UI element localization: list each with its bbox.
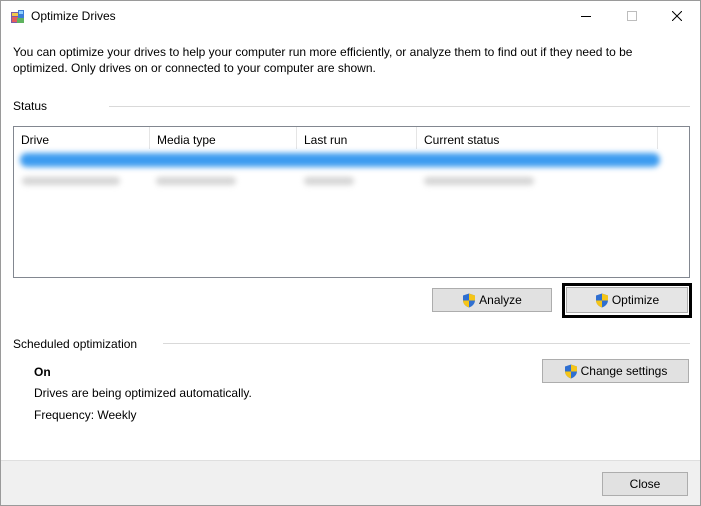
scheduled-optimization-label: Scheduled optimization [13, 337, 138, 351]
status-label: Status [13, 99, 48, 113]
drive-row-selected[interactable] [20, 153, 660, 167]
drive-row-last-run [304, 177, 354, 185]
optimize-label: Optimize [611, 293, 660, 307]
schedule-frequency: Frequency: Weekly [34, 408, 137, 422]
close-icon [672, 11, 682, 21]
uac-shield-icon [595, 293, 608, 307]
column-header-last-run[interactable]: Last run [297, 127, 417, 149]
column-header-drive[interactable]: Drive [14, 127, 150, 149]
minimize-button[interactable] [563, 1, 609, 31]
column-header-media-type[interactable]: Media type [150, 127, 297, 149]
dialog-footer [1, 460, 700, 505]
column-header-current-status[interactable]: Current status [417, 127, 658, 149]
uac-shield-icon [564, 364, 577, 378]
schedule-state: On [34, 365, 51, 379]
optimize-button[interactable]: Optimize [566, 287, 688, 313]
title-bar[interactable]: Optimize Drives [1, 1, 700, 31]
uac-shield-icon [463, 293, 476, 307]
defrag-icon [10, 9, 25, 24]
analyze-button[interactable]: Analyze [432, 288, 552, 312]
intro-text: You can optimize your drives to help you… [13, 45, 633, 75]
minimize-icon [581, 16, 591, 17]
change-settings-label: Change settings [580, 364, 668, 378]
drive-list[interactable]: Drive Media type Last run Current status [13, 126, 690, 278]
maximize-button[interactable] [609, 1, 655, 31]
change-settings-button[interactable]: Change settings [542, 359, 689, 383]
drive-row-media-type [156, 177, 236, 185]
drive-row-current-status [424, 177, 534, 185]
drive-row[interactable] [22, 177, 120, 185]
optimize-drives-window: Optimize Drives You can optimize your dr… [0, 0, 701, 506]
analyze-label: Analyze [479, 293, 522, 307]
maximize-icon [627, 11, 637, 21]
window-title: Optimize Drives [31, 9, 116, 23]
close-button[interactable]: Close [602, 472, 688, 496]
status-divider [109, 106, 690, 107]
schedule-divider [163, 343, 690, 344]
close-window-button[interactable] [654, 1, 700, 31]
schedule-description: Drives are being optimized automatically… [34, 386, 252, 400]
